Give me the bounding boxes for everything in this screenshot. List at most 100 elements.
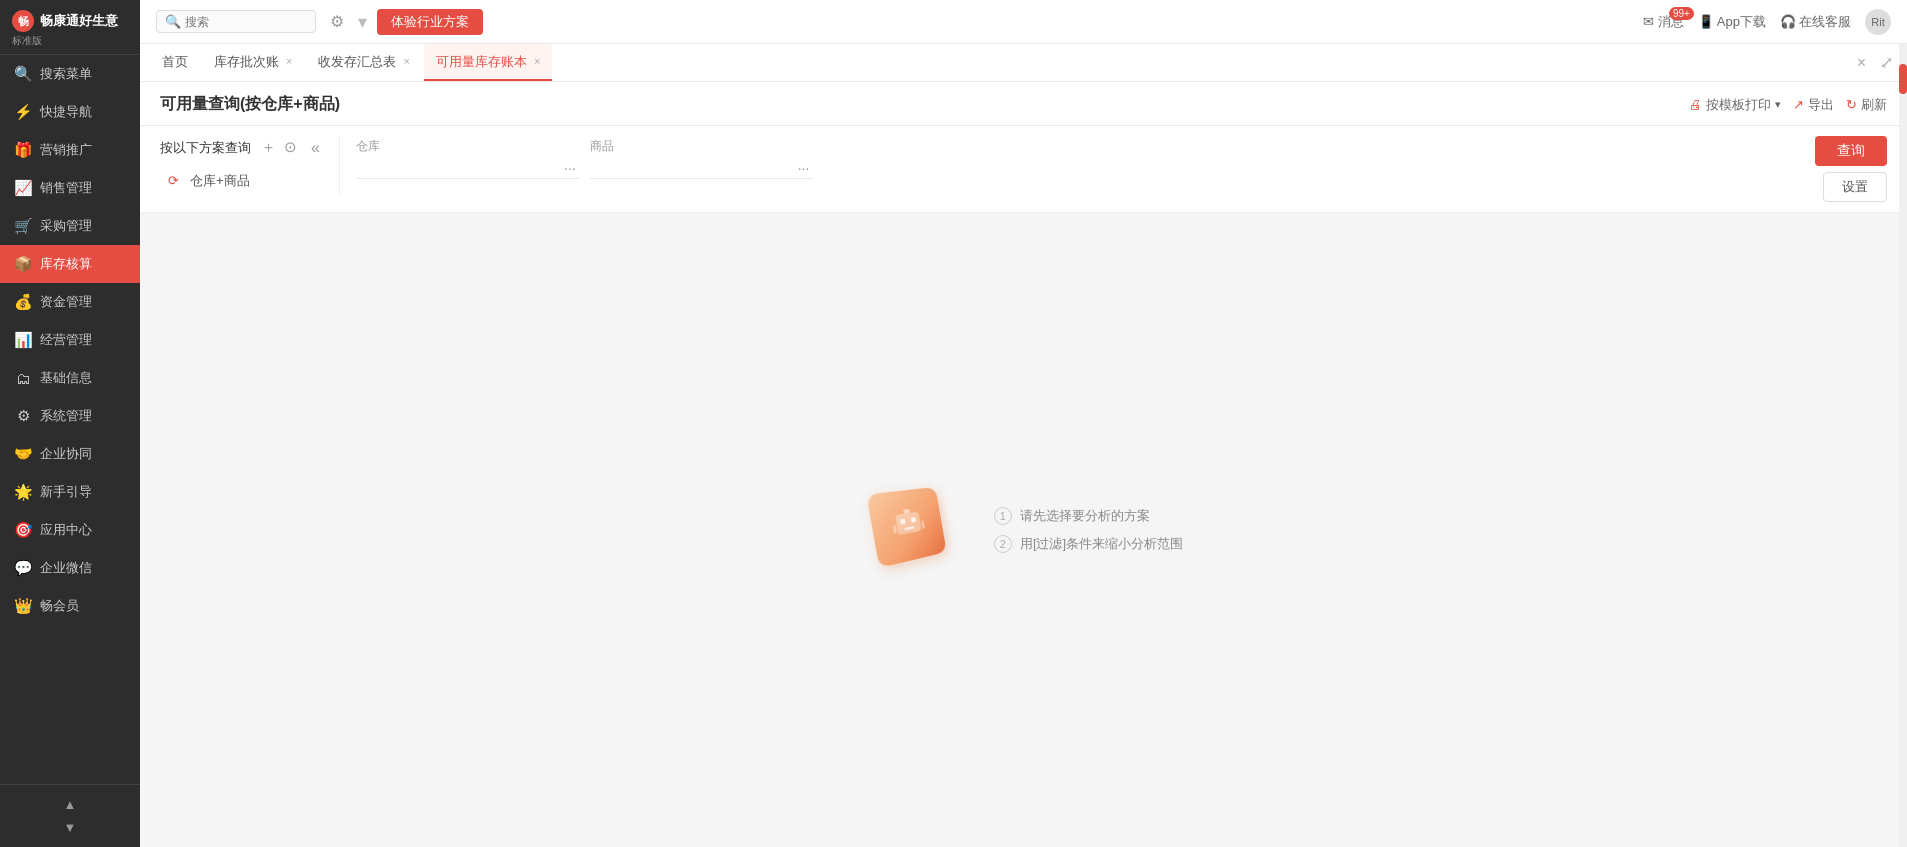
filter-scheme-header-label: 按以下方案查询 [160,139,251,157]
online-service-btn[interactable]: 🎧 在线客服 [1780,13,1851,31]
sidebar-item-shortcut[interactable]: ⚡ 快捷导航 [0,93,140,131]
scheme-label: 仓库+商品 [190,172,250,190]
scheme-settings-icon[interactable]: ⊙ [282,136,299,159]
topbar-search-box[interactable]: 🔍 [156,10,316,33]
right-scrollbar[interactable] [1899,44,1907,847]
sidebar-nav: 🔍 搜索菜单 ⚡ 快捷导航 🎁 营销推广 📈 销售管理 🛒 采购管理 📦 库存核… [0,55,140,784]
product-input[interactable] [594,161,794,176]
sidebar-item-operations[interactable]: 📊 经营管理 [0,321,140,359]
sidebar-item-marketing[interactable]: 🎁 营销推广 [0,131,140,169]
sidebar-item-enterprise[interactable]: 🤝 企业协同 [0,435,140,473]
operations-icon: 📊 [14,331,32,349]
industry-solution-button[interactable]: 体验行业方案 [377,9,483,35]
warehouse-more-icon[interactable]: ··· [564,160,576,176]
expand-tab-button[interactable]: ⤢ [1876,53,1897,72]
crown-icon: 👑 [14,597,32,615]
print-dropdown-icon[interactable]: ▾ [1775,98,1781,111]
collapse-icon[interactable]: « [305,137,326,159]
sidebar-item-system[interactable]: ⚙ 系统管理 [0,397,140,435]
inventory-icon: 📦 [14,255,32,273]
product-more-icon[interactable]: ··· [798,160,810,176]
sidebar-item-label: 采购管理 [40,217,92,235]
message-badge[interactable]: ✉ 消息 99+ [1643,13,1684,31]
scheme-refresh-icon: ⟳ [168,173,184,189]
tab-available-qty-close[interactable]: × [534,56,540,67]
search-icon: 🔍 [14,65,32,83]
sidebar-item-finance[interactable]: 💰 资金管理 [0,283,140,321]
sidebar-item-newguide[interactable]: 🌟 新手引导 [0,473,140,511]
empty-tip-2: 2 用[过滤]条件来缩小分析范围 [994,535,1183,553]
svg-rect-5 [893,525,897,534]
gear-icon: ⚙ [14,407,32,425]
lightning-icon: ⚡ [14,103,32,121]
message-icon: ✉ [1643,14,1654,29]
sidebar-item-member[interactable]: 👑 畅会员 [0,587,140,625]
app-download-label: App下载 [1717,13,1766,31]
tip-text-1: 请先选择要分析的方案 [1020,507,1150,525]
sidebar-logo: 畅 畅康通好生意 [12,10,128,32]
user-label: Rit [1871,16,1884,28]
export-button[interactable]: ↗ 导出 [1793,96,1834,114]
handshake-icon: 🤝 [14,445,32,463]
tab-available-qty[interactable]: 可用量库存账本 × [424,44,552,81]
refresh-button[interactable]: ↻ 刷新 [1846,96,1887,114]
refresh-icon: ↻ [1846,97,1857,112]
sidebar-item-wechat[interactable]: 💬 企业微信 [0,549,140,587]
scheme-warehouse-product[interactable]: ⟳ 仓库+商品 [160,167,329,195]
sidebar-header: 畅 畅康通好生意 标准版 [0,0,140,55]
sidebar-item-inventory[interactable]: 📦 库存核算 [0,245,140,283]
sidebar-item-label: 快捷导航 [40,103,92,121]
tab-home-label: 首页 [162,53,188,71]
tab-batch-account[interactable]: 库存批次账 × [202,44,304,81]
sidebar-title: 畅康通好生意 [40,12,118,30]
tab-home[interactable]: 首页 [150,44,200,81]
sidebar-item-search[interactable]: 🔍 搜索菜单 [0,55,140,93]
sidebar-item-basic[interactable]: 🗂 基础信息 [0,359,140,397]
sidebar-item-label: 资金管理 [40,293,92,311]
tab-collect-summary-close[interactable]: × [403,56,409,67]
sidebar: 畅 畅康通好生意 标准版 🔍 搜索菜单 ⚡ 快捷导航 🎁 营销推广 📈 销售管理… [0,0,140,847]
settings-button[interactable]: 设置 [1823,172,1887,202]
sidebar-item-label: 新手引导 [40,483,92,501]
query-button[interactable]: 查询 [1815,136,1887,166]
filter-panel: 按以下方案查询 ＋ ⊙ « ⟳ 仓库+商品 仓库 [140,126,1907,213]
wechat-icon: 💬 [14,559,32,577]
sidebar-scroll-down[interactable]: ▼ [0,816,140,839]
empty-state: 1 请先选择要分析的方案 2 用[过滤]条件来缩小分析范围 [140,213,1907,847]
warehouse-input[interactable] [360,161,560,176]
chart-icon: 📈 [14,179,32,197]
tab-collect-summary[interactable]: 收发存汇总表 × [306,44,421,81]
print-icon: 🖨 [1689,97,1702,112]
settings-gear-icon[interactable]: ⚙ [326,8,348,35]
topbar: 🔍 ⚙ ▾ 体验行业方案 ✉ 消息 99+ 📱 App下载 🎧 在线客服 Rit [140,0,1907,44]
sidebar-item-sales[interactable]: 📈 销售管理 [0,169,140,207]
add-scheme-icon[interactable]: ＋ [259,136,278,159]
app-download-btn[interactable]: 📱 App下载 [1698,13,1766,31]
dropdown-arrow-icon[interactable]: ▾ [358,11,367,33]
user-avatar[interactable]: Rit [1865,9,1891,35]
folder-icon: 🗂 [14,370,32,387]
search-input[interactable] [185,15,285,29]
filter-field-product: 商品 ··· [590,138,814,179]
tabbar: 首页 库存批次账 × 收发存汇总表 × 可用量库存账本 × × ⤢ [140,44,1907,82]
tab-collect-summary-label: 收发存汇总表 [318,53,396,71]
sidebar-item-label: 库存核算 [40,255,92,273]
filter-field-warehouse: 仓库 ··· [356,138,580,179]
sidebar-item-purchase[interactable]: 🛒 采购管理 [0,207,140,245]
warehouse-input-wrapper: ··· [356,158,580,179]
sidebar-subtitle: 标准版 [12,34,128,48]
tip-num-2: 2 [994,535,1012,553]
robot-illustration [866,487,946,568]
export-icon: ↗ [1793,97,1804,112]
message-count-badge: 99+ [1669,7,1694,20]
print-button[interactable]: 🖨 按模板打印 ▾ [1689,96,1781,114]
close-tab-button[interactable]: × [1853,54,1870,72]
tab-batch-account-label: 库存批次账 [214,53,279,71]
sidebar-item-appcenter[interactable]: 🎯 应用中心 [0,511,140,549]
star-icon: 🌟 [14,483,32,501]
print-label: 按模板打印 [1706,96,1771,114]
online-service-label: 在线客服 [1799,13,1851,31]
logo-icon: 畅 [12,10,34,32]
sidebar-scroll-up[interactable]: ▲ [0,793,140,816]
tab-batch-account-close[interactable]: × [286,56,292,67]
